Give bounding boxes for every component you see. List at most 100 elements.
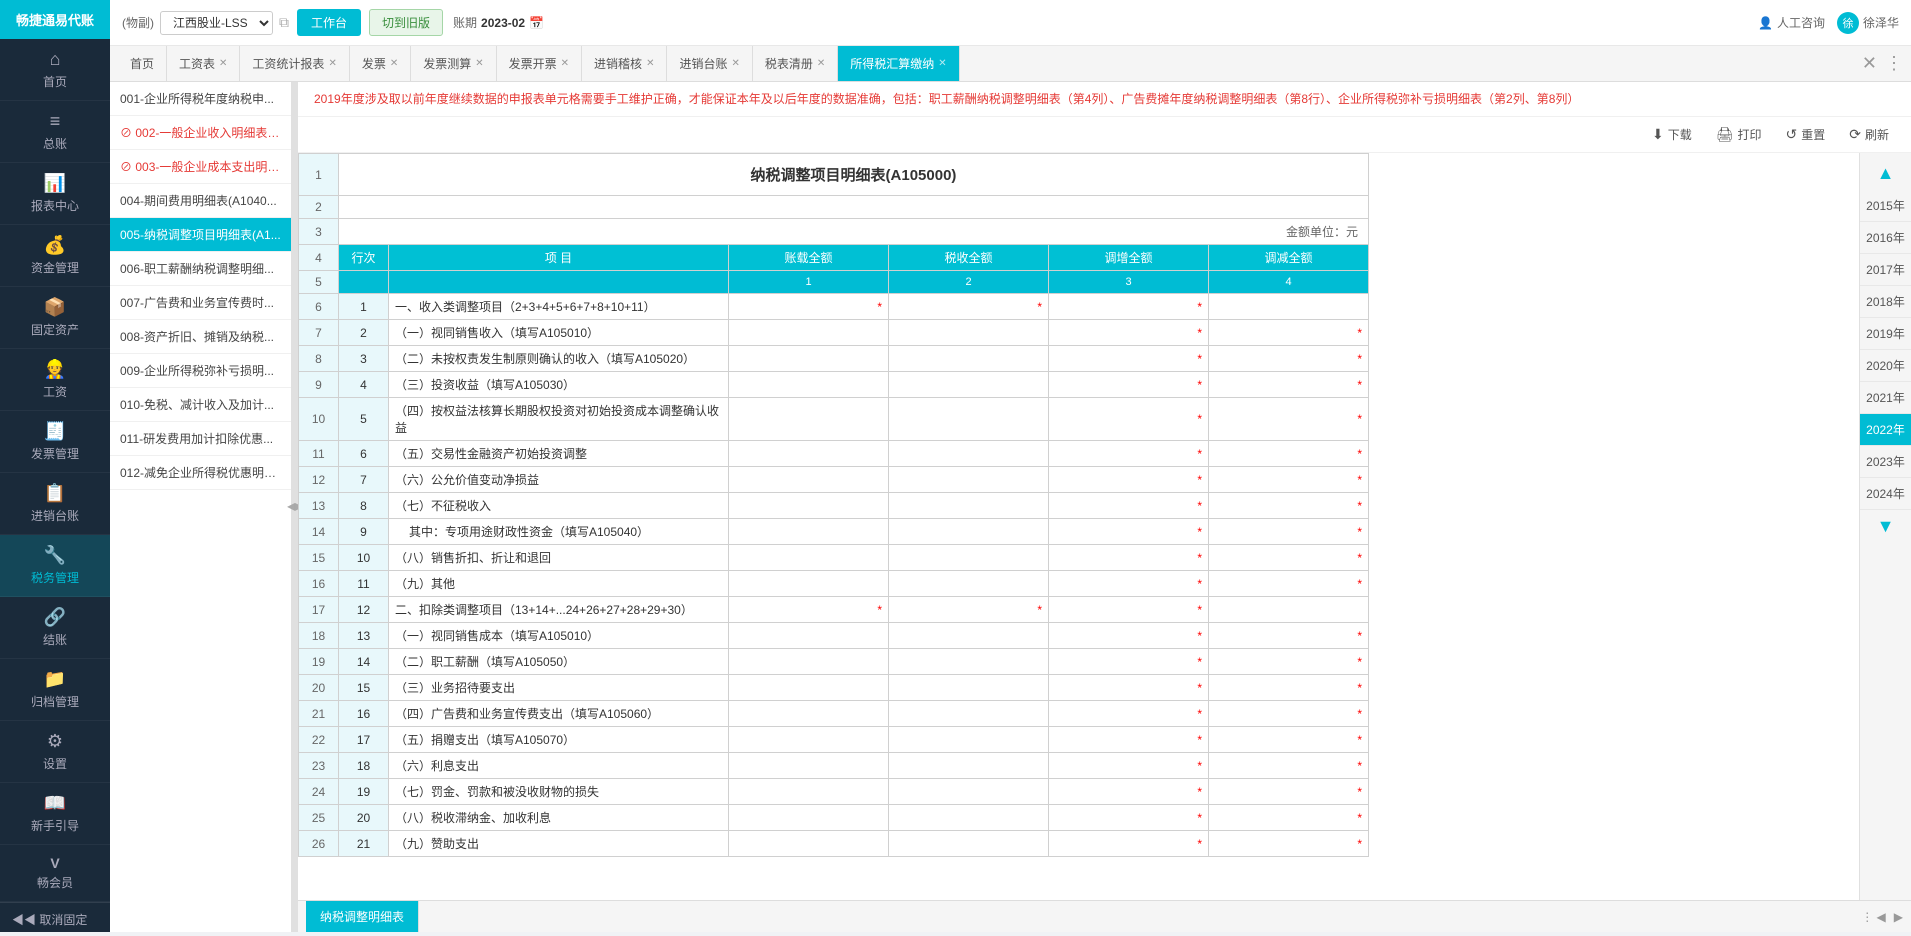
sidebar-item-assets[interactable]: 📦 固定资产 [0, 287, 110, 349]
tab-purchase-ledger[interactable]: 进销台账 ✕ [667, 46, 752, 82]
sub-hangci [339, 271, 389, 294]
tab-tax-list-label: 税表清册 [765, 55, 813, 72]
left-item-003[interactable]: ⊘ 003-一般企业成本支出明细... [110, 150, 291, 184]
sidebar-label-reports: 报表中心 [31, 197, 79, 214]
print-button[interactable]: 🖨 打印 [1710, 123, 1768, 146]
period-display: 账期 2023-02 📅 [453, 14, 544, 31]
table-row: 6 1 一、收入类调整项目（2+3+4+5+6+7+8+10+11） * * * [299, 294, 1369, 320]
tab-home[interactable]: 首页 [118, 46, 167, 82]
ledger-icon: ≡ [50, 111, 61, 132]
col-v2: 税收全额 [889, 245, 1049, 271]
payroll-icon: 👷 [44, 359, 66, 380]
tab-payroll[interactable]: 工资表 ✕ [167, 46, 240, 82]
year-2016[interactable]: 2016年 [1860, 222, 1911, 254]
service-button[interactable]: 👤 人工咨询 [1758, 14, 1825, 31]
col-subheader-row: 5 1 2 3 4 [299, 271, 1369, 294]
bottom-tab-adjust[interactable]: 纳税调整明细表 [306, 901, 419, 933]
left-item-006[interactable]: 006-职工薪酬纳税调整明细... [110, 252, 291, 286]
close-icon: 🔗 [44, 607, 66, 628]
topbar-right: 👤 人工咨询 徐 徐泽华 [1758, 12, 1899, 34]
unit-row: 3 金额单位：元 [299, 219, 1369, 245]
left-panel: 001-企业所得税年度纳税申... ⊘ 002-一般企业收入明细表(A1... … [110, 82, 292, 932]
year-2021[interactable]: 2021年 [1860, 382, 1911, 414]
tab-audit-close[interactable]: ✕ [646, 58, 654, 69]
sidebar-item-guide[interactable]: 📖 新手引导 [0, 783, 110, 845]
tab-menu-button[interactable]: ⋮ [1885, 53, 1903, 74]
tab-income-tax-close[interactable]: ✕ [938, 58, 946, 69]
left-item-001[interactable]: 001-企业所得税年度纳税申... [110, 82, 291, 116]
sidebar-item-tax[interactable]: 🔧 税务管理 [0, 535, 110, 597]
refresh-icon: ⟳ [1849, 126, 1861, 143]
table-row: 17 12 二、扣除类调整项目（13+14+...24+26+27+28+29+… [299, 597, 1369, 623]
sidebar-item-home[interactable]: ⌂ 首页 [0, 39, 110, 101]
year-2015[interactable]: 2015年 [1860, 190, 1911, 222]
sidebar-item-funds[interactable]: 💰 资金管理 [0, 225, 110, 287]
year-2023[interactable]: 2023年 [1860, 446, 1911, 478]
table-row: 10 5 （四）按权益法核算长期股权投资对初始投资成本调整确认收益 * * [299, 398, 1369, 441]
left-item-004[interactable]: 004-期间费用明细表(A1040... [110, 184, 291, 218]
left-item-007[interactable]: 007-广告费和业务宣传费时... [110, 286, 291, 320]
sidebar-item-payroll[interactable]: 👷 工资 [0, 349, 110, 411]
unpin-button[interactable]: ◀◀ 取消固定 [0, 903, 110, 936]
tab-invoice-calc[interactable]: 发票测算 ✕ [411, 46, 496, 82]
table-row: 23 18 （六）利息支出 * * [299, 753, 1369, 779]
table-container[interactable]: 1 纳税调整项目明细表(A105000) 2 3 金额单位：元 [298, 153, 1859, 900]
calendar-icon[interactable]: 📅 [529, 16, 544, 30]
topbar: (物副) 江西股业-LSS ⧉ 工作台 切到旧版 账期 2023-02 📅 👤 … [110, 0, 1911, 46]
invoice-icon: 🧾 [44, 421, 66, 442]
left-item-005[interactable]: 005-纳税调整项目明细表(A1... [110, 218, 291, 252]
tab-audit[interactable]: 进销稽核 ✕ [582, 46, 667, 82]
year-2018[interactable]: 2018年 [1860, 286, 1911, 318]
tab-purchase-ledger-close[interactable]: ✕ [731, 58, 739, 69]
sidebar-item-ledger[interactable]: ≡ 总账 [0, 101, 110, 163]
tab-invoice[interactable]: 发票 ✕ [350, 46, 411, 82]
left-item-008[interactable]: 008-资产折旧、摊销及纳税... [110, 320, 291, 354]
sidebar-item-close[interactable]: 🔗 结账 [0, 597, 110, 659]
company-dropdown[interactable]: 江西股业-LSS [160, 11, 273, 35]
sub-v4: 4 [1209, 271, 1369, 294]
scroll-right[interactable]: ▶ [1894, 910, 1903, 924]
tab-payroll-stats-close[interactable]: ✕ [328, 58, 336, 69]
sidebar-label-close: 结账 [43, 631, 67, 648]
sidebar-item-vip[interactable]: V 畅会员 [0, 845, 110, 902]
sidebar-item-invoice[interactable]: 🧾 发票管理 [0, 411, 110, 473]
sidebar-item-settings[interactable]: ⚙ 设置 [0, 721, 110, 783]
left-item-010[interactable]: 010-免税、减计收入及加计... [110, 388, 291, 422]
col-v4: 调减全额 [1209, 245, 1369, 271]
download-button[interactable]: ⬇ 下载 [1646, 123, 1698, 146]
reset-icon: ↺ [1786, 126, 1798, 143]
refresh-button[interactable]: ⟳ 刷新 [1843, 123, 1895, 146]
user-profile[interactable]: 徐 徐泽华 [1837, 12, 1899, 34]
left-item-002[interactable]: ⊘ 002-一般企业收入明细表(A1... [110, 116, 291, 150]
tab-tax-list-close[interactable]: ✕ [817, 58, 825, 69]
tab-invoice-close[interactable]: ✕ [390, 58, 398, 69]
year-2024[interactable]: 2024年 [1860, 478, 1911, 510]
tab-tax-list[interactable]: 税表清册 ✕ [753, 46, 838, 82]
workbench-button[interactable]: 工作台 [297, 9, 361, 36]
year-scroll-down[interactable]: ▼ [1860, 510, 1911, 543]
tab-invoice-open-close[interactable]: ✕ [561, 58, 569, 69]
sidebar-label-payroll: 工资 [43, 383, 67, 400]
sidebar-item-reports[interactable]: 📊 报表中心 [0, 163, 110, 225]
row-num-2: 2 [299, 196, 339, 219]
back-button[interactable]: 切到旧版 [369, 9, 443, 36]
sidebar-item-archive[interactable]: 📁 归档管理 [0, 659, 110, 721]
year-panel: ▲ 2015年 2016年 2017年 2018年 2019年 2020年 20… [1859, 153, 1911, 900]
left-item-009[interactable]: 009-企业所得税弥补亏损明... [110, 354, 291, 388]
left-item-011[interactable]: 011-研发费用加计扣除优惠... [110, 422, 291, 456]
year-2017[interactable]: 2017年 [1860, 254, 1911, 286]
notice-bar: 2019年度涉及取以前年度继续数据的申报表单元格需要手工维护正确，才能保证本年及… [298, 82, 1911, 117]
tab-payroll-stats[interactable]: 工资统计报表 ✕ [240, 46, 349, 82]
tab-income-tax[interactable]: 所得税汇算缴纳 ✕ [838, 46, 959, 82]
year-2019[interactable]: 2019年 [1860, 318, 1911, 350]
tab-invoice-open[interactable]: 发票开票 ✕ [497, 46, 582, 82]
sidebar-item-purchase[interactable]: 📋 进销台账 [0, 473, 110, 535]
close-all-button[interactable]: ✕ [1862, 53, 1877, 74]
reset-button[interactable]: ↺ 重置 [1780, 123, 1832, 146]
left-item-012[interactable]: 012-减免企业所得税优惠明细(… [110, 456, 291, 490]
year-scroll-up[interactable]: ▲ [1860, 157, 1911, 190]
year-2020[interactable]: 2020年 [1860, 350, 1911, 382]
tab-payroll-close[interactable]: ✕ [219, 58, 227, 69]
tab-invoice-calc-close[interactable]: ✕ [475, 58, 483, 69]
year-2022[interactable]: 2022年 [1860, 414, 1911, 446]
